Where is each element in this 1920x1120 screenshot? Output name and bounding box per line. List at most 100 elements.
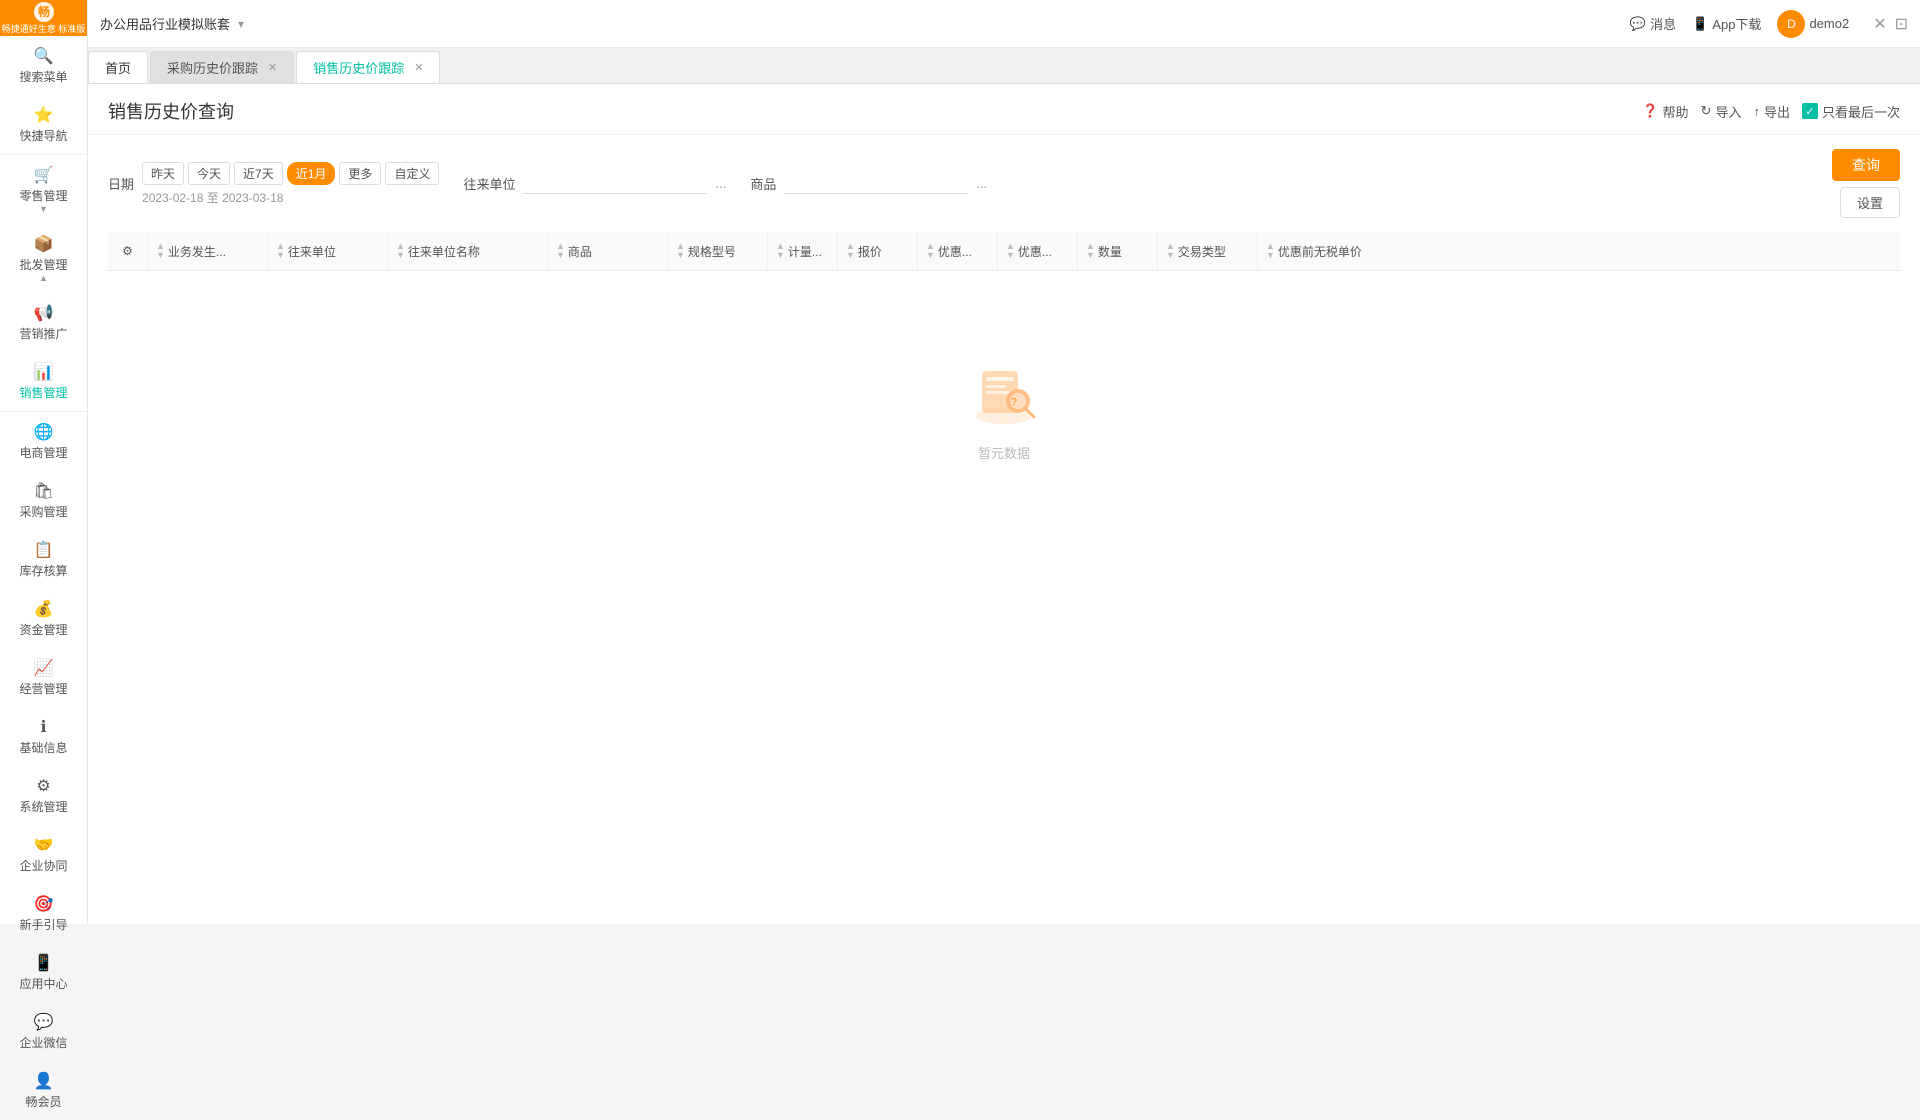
tab-bar: 首页 采购历史价跟踪 ✕ 销售历史价跟踪 ✕ — [88, 48, 1920, 84]
sidebar-item-newbie[interactable]: 🎯 新手引导 — [0, 884, 87, 943]
username: demo2 — [1809, 16, 1849, 31]
download-button[interactable]: 📱 App下载 — [1692, 14, 1761, 33]
th-discount2[interactable]: ▲▼ 优惠... — [998, 232, 1078, 270]
th-discount1[interactable]: ▲▼ 优惠... — [918, 232, 998, 270]
export-button[interactable]: ↑ 导出 — [1753, 102, 1790, 121]
search-button[interactable]: 查询 — [1832, 149, 1900, 181]
sidebar-item-wechat[interactable]: 💬 企业微信 — [0, 1002, 87, 1061]
th-measure[interactable]: ▲▼ 计量... — [768, 232, 838, 270]
sidebar-item-sales[interactable]: 📊 销售管理 — [0, 352, 87, 411]
sidebar-item-label: 新手引导 — [19, 916, 67, 933]
tab-sales-history[interactable]: 销售历史价跟踪 ✕ — [296, 51, 440, 83]
help-button[interactable]: ❓ 帮助 — [1642, 102, 1688, 121]
sort-icon: ▲▼ — [676, 242, 685, 260]
sidebar-item-label: 资金管理 — [19, 621, 67, 638]
th-unit-code[interactable]: ▲▼ 往来单位 — [268, 232, 388, 270]
sidebar-item-basic[interactable]: ℹ 基础信息 — [0, 707, 87, 766]
tab-purchase-history[interactable]: 采购历史价跟踪 ✕ — [150, 51, 294, 83]
search-icon: 🔍 — [34, 46, 54, 66]
th-spec-label: 规格型号 — [688, 243, 736, 260]
user-profile[interactable]: D demo2 — [1777, 10, 1849, 38]
sidebar-item-purchase[interactable]: 🛍 采购管理 — [0, 471, 87, 530]
table-header: ⚙ ▲▼ 业务发生... ▲▼ 往来单位 ▲▼ 往来单位名称 ▲▼ 商品 — [108, 232, 1900, 271]
th-product[interactable]: ▲▼ 商品 — [548, 232, 668, 270]
sidebar-item-finance[interactable]: 💰 资金管理 — [0, 589, 87, 648]
date-buttons: 昨天 今天 近7天 近1月 更多 自定义 — [142, 162, 439, 185]
tab-purchase-history-close[interactable]: ✕ — [268, 61, 277, 74]
topbar-dropdown-icon[interactable]: ▾ — [238, 17, 244, 31]
import-label: 导入 — [1715, 102, 1741, 121]
message-button[interactable]: 💬 消息 — [1630, 14, 1676, 33]
message-icon: 💬 — [1630, 16, 1646, 32]
sidebar-item-inventory[interactable]: 📋 库存核算 — [0, 530, 87, 589]
maximize-button[interactable]: ⊡ — [1895, 14, 1908, 34]
unit-filter-dots[interactable]: ... — [715, 176, 726, 191]
th-spec[interactable]: ▲▼ 规格型号 — [668, 232, 768, 270]
sidebar-item-member[interactable]: 👤 畅会员 — [0, 1061, 87, 1120]
date-btn-more[interactable]: 更多 — [339, 162, 381, 185]
th-trade-label: 交易类型 — [1178, 243, 1226, 260]
topbar: 办公用品行业模拟账套 ▾ 💬 消息 📱 App下载 D demo2 ✕ ⊡ — [88, 0, 1920, 48]
download-icon: 📱 — [1692, 16, 1708, 32]
sort-icon: ▲▼ — [1086, 242, 1095, 260]
checkbox-icon: ✓ — [1802, 103, 1818, 119]
sidebar-item-retail[interactable]: 🛒 零售管理 ▼ — [0, 155, 87, 224]
sidebar-item-app[interactable]: 📱 应用中心 — [0, 943, 87, 1002]
sidebar-item-marketing[interactable]: 📢 营销推广 — [0, 293, 87, 352]
th-unit-name-label: 往来单位名称 — [408, 243, 480, 260]
sidebar-item-system[interactable]: ⚙ 系统管理 — [0, 766, 87, 825]
th-settings[interactable]: ⚙ — [108, 234, 148, 268]
th-trade[interactable]: ▲▼ 交易类型 — [1158, 232, 1258, 270]
sidebar-item-label: 采购管理 — [19, 503, 67, 520]
settings-button[interactable]: 设置 — [1840, 187, 1900, 218]
star-icon: ⭐ — [34, 105, 54, 125]
th-date[interactable]: ▲▼ 业务发生... — [148, 232, 268, 270]
chevron-down-icon: ▼ — [39, 204, 48, 214]
newbie-icon: 🎯 — [34, 894, 54, 914]
only-last-checkbox[interactable]: ✓ 只看最后一次 — [1802, 102, 1900, 121]
th-unit-name[interactable]: ▲▼ 往来单位名称 — [388, 232, 548, 270]
chevron-up-icon: ▲ — [39, 273, 48, 283]
product-filter-input[interactable] — [784, 174, 968, 194]
date-btn-yesterday[interactable]: 昨天 — [142, 162, 184, 185]
product-filter-dots[interactable]: ... — [976, 176, 987, 191]
cooperation-icon: 🤝 — [34, 835, 54, 855]
date-btn-7days[interactable]: 近7天 — [234, 162, 283, 185]
date-filter-group: 日期 昨天 今天 近7天 近1月 更多 自定义 2023-02-18 至 202… — [108, 162, 439, 206]
tab-sales-history-close[interactable]: ✕ — [414, 61, 423, 74]
th-qty[interactable]: ▲▼ 数量 — [1078, 232, 1158, 270]
date-btn-today[interactable]: 今天 — [188, 162, 230, 185]
unit-filter-group: 往来单位 ... — [463, 174, 726, 194]
th-date-label: 业务发生... — [168, 243, 226, 260]
date-btn-1month[interactable]: 近1月 — [287, 162, 336, 185]
import-button[interactable]: ↻ 导入 — [1701, 102, 1742, 121]
system-icon: ⚙ — [36, 776, 50, 796]
date-btn-custom[interactable]: 自定义 — [385, 162, 439, 185]
help-icon: ❓ — [1642, 103, 1658, 119]
basic-icon: ℹ — [40, 717, 46, 737]
sidebar-item-shortcut[interactable]: ⭐ 快捷导航 — [0, 95, 87, 154]
member-icon: 👤 — [34, 1071, 54, 1091]
inventory-icon: 📋 — [34, 540, 54, 560]
sidebar-item-ecommerce[interactable]: 🌐 电商管理 — [0, 412, 87, 471]
tab-home[interactable]: 首页 — [88, 51, 148, 83]
sidebar-item-business[interactable]: 📈 经营管理 — [0, 648, 87, 707]
help-label: 帮助 — [1663, 102, 1689, 121]
avatar: D — [1777, 10, 1805, 38]
import-icon: ↻ — [1701, 103, 1712, 119]
sort-icon: ▲▼ — [276, 242, 285, 260]
page-actions: ❓ 帮助 ↻ 导入 ↑ 导出 ✓ 只看最后一次 — [1642, 102, 1900, 121]
th-price[interactable]: ▲▼ 报价 — [838, 232, 918, 270]
app-icon: 📱 — [34, 953, 54, 973]
minimize-button[interactable]: ✕ — [1873, 14, 1886, 34]
purchase-icon: 🛍 — [33, 481, 53, 501]
unit-filter-input[interactable] — [523, 174, 707, 194]
sidebar-item-wholesale[interactable]: 📦 批发管理 ▲ — [0, 224, 87, 293]
tab-purchase-history-label: 采购历史价跟踪 — [167, 58, 258, 77]
th-pretax[interactable]: ▲▼ 优惠前无税单价 — [1258, 232, 1900, 270]
sort-icon: ▲▼ — [776, 242, 785, 260]
sidebar-item-search[interactable]: 🔍 搜索菜单 — [0, 36, 87, 95]
sidebar-item-cooperation[interactable]: 🤝 企业协同 — [0, 825, 87, 884]
svg-text:畅: 畅 — [37, 4, 49, 19]
avatar-initial: D — [1787, 17, 1796, 31]
